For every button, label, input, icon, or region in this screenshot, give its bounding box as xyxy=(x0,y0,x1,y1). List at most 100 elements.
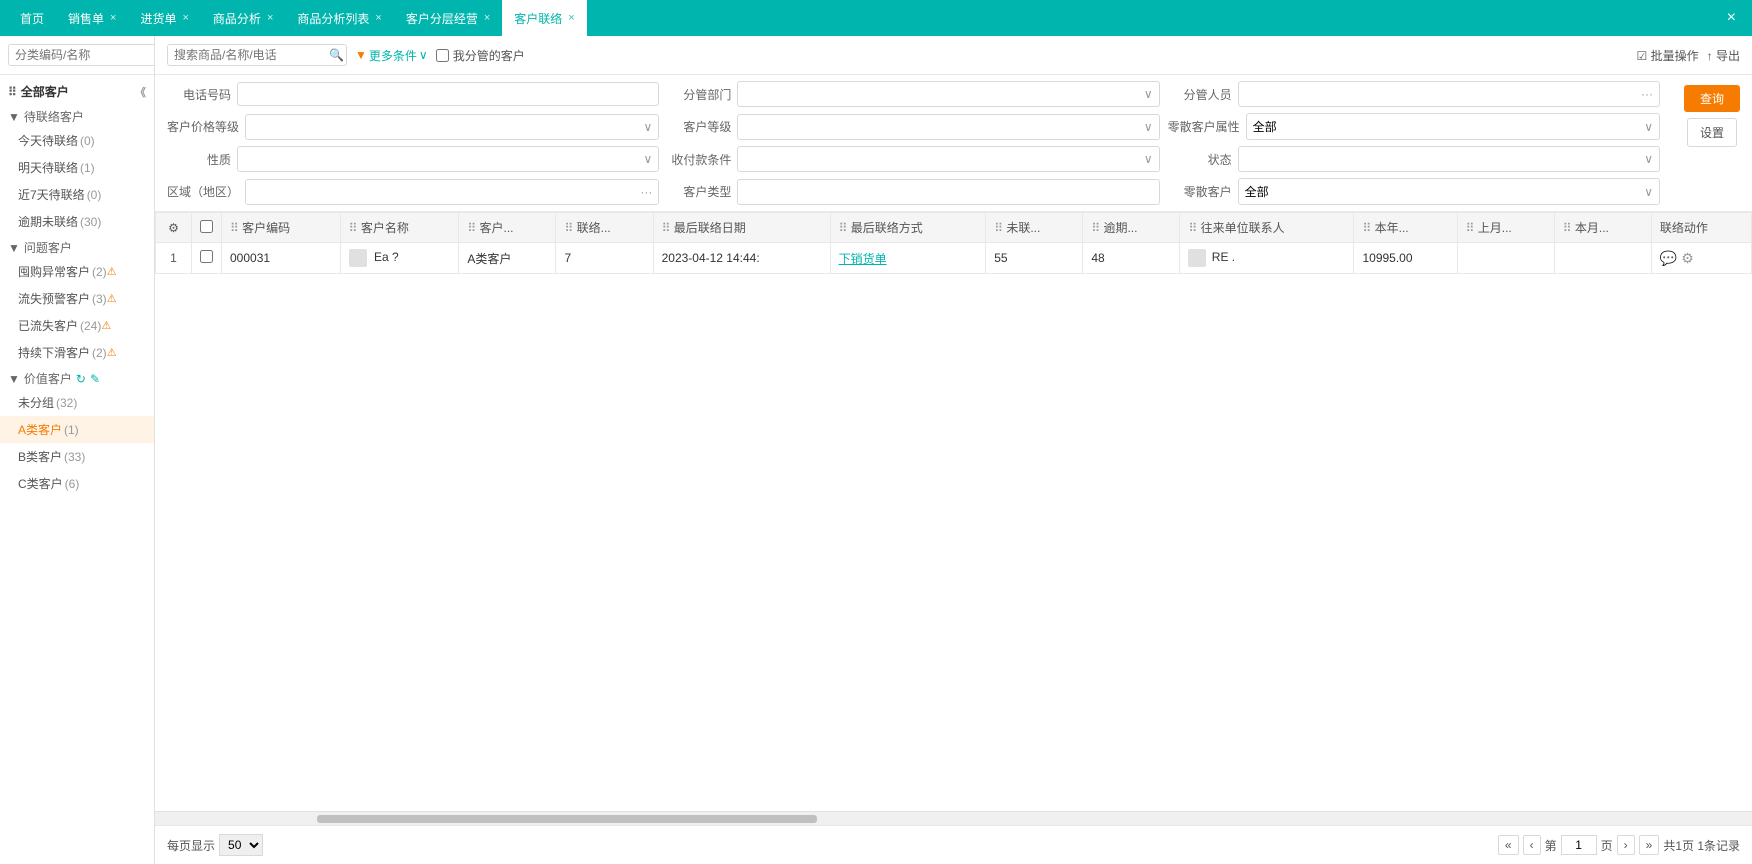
sidebar-item-class-a[interactable]: A类客户 (1) xyxy=(0,416,154,443)
sidebar-item-churn-warning[interactable]: 流失预警客户 (3) ⚠ xyxy=(0,285,154,312)
close-analysis-list-tab[interactable]: × xyxy=(375,12,381,24)
manager-input[interactable]: ··· xyxy=(1238,81,1660,107)
col-overdue[interactable]: ⠿ 逾期... xyxy=(1083,213,1180,243)
sidebar-item-tomorrow[interactable]: 明天待联络 (1) xyxy=(0,154,154,181)
col-icon5: ⠿ xyxy=(662,221,671,235)
search-icon[interactable]: 🔍 xyxy=(329,48,344,62)
filter-payment: 收付款条件 ∨ xyxy=(667,146,1159,172)
row-last-method: 下销货单 xyxy=(830,243,986,274)
close-customer-contact-tab[interactable]: × xyxy=(568,12,574,24)
first-page-button[interactable]: « xyxy=(1498,835,1519,855)
settings-button[interactable]: 设置 xyxy=(1687,118,1737,147)
col-last-month[interactable]: ⠿ 上月... xyxy=(1457,213,1554,243)
cust-level-select[interactable]: ∨ xyxy=(737,114,1159,140)
col-gear[interactable]: ⚙ xyxy=(156,213,192,243)
phone-input[interactable] xyxy=(237,82,659,106)
row-name: Ea ? xyxy=(340,243,459,274)
batch-op-button[interactable]: ☑ 批量操作 xyxy=(1637,47,1699,64)
region-input[interactable]: ··· xyxy=(245,179,659,205)
sidebar-item-class-b[interactable]: B类客户 (33) xyxy=(0,443,154,470)
arrow-icon3: ▼ xyxy=(8,372,20,386)
nature-select[interactable]: ∨ xyxy=(237,146,659,172)
message-action-icon[interactable]: 💬 xyxy=(1660,250,1677,267)
export-button[interactable]: ↑ 导出 xyxy=(1707,47,1740,64)
nav-analysis-list[interactable]: 商品分析列表 × xyxy=(285,0,393,36)
col-not-contacted[interactable]: ⠿ 未联... xyxy=(986,213,1083,243)
more-conditions-button[interactable]: ▼ 更多条件 ∨ xyxy=(355,47,428,64)
close-analysis-tab[interactable]: × xyxy=(267,12,273,24)
filter-top-bar: 🔍 ▼ 更多条件 ∨ 我分管的客户 ☑ 批量操作 xyxy=(155,36,1752,75)
sidebar: 🔍 ⠿ 全部客户 《 ▼ 待联络客户 今天待联络 (0) 明天待联络 (1) xyxy=(0,36,155,864)
chevron-payment: ∨ xyxy=(1144,152,1153,166)
nav-customer-contact[interactable]: 客户联络 × xyxy=(502,0,586,36)
col-last-method[interactable]: ⠿ 最后联络方式 xyxy=(830,213,986,243)
nav-purchase[interactable]: 进货单 × xyxy=(128,0,200,36)
retail-attr-select[interactable]: 全部 ∨ xyxy=(1246,113,1660,140)
col-contact[interactable]: ⠿ 联络... xyxy=(556,213,653,243)
per-page-select[interactable]: 50 xyxy=(219,834,263,856)
sidebar-search-input[interactable] xyxy=(8,44,155,66)
payment-select[interactable]: ∨ xyxy=(737,146,1159,172)
page-number-input[interactable] xyxy=(1561,835,1597,855)
query-button[interactable]: 查询 xyxy=(1684,85,1740,112)
nav-customer-segment[interactable]: 客户分层经营 × xyxy=(394,0,502,36)
pending-contact-group[interactable]: ▼ 待联络客户 xyxy=(0,104,154,127)
search-input[interactable] xyxy=(174,48,329,62)
retail-attr-label: 零散客户属性 xyxy=(1168,118,1246,135)
sidebar-item-hoarding[interactable]: 囤购异常客户 (2) ⚠ xyxy=(0,258,154,285)
col-type[interactable]: ⠿ 客户... xyxy=(459,213,556,243)
close-customer-segment-tab[interactable]: × xyxy=(484,12,490,24)
cust-type-input[interactable] xyxy=(737,179,1159,205)
select-all-checkbox[interactable] xyxy=(200,220,213,233)
chevron-cust-level: ∨ xyxy=(1144,120,1153,134)
nav-home[interactable]: 首页 xyxy=(8,0,56,36)
sidebar-item-overdue[interactable]: 逾期未联络 (30) xyxy=(0,208,154,235)
col-name[interactable]: ⠿ 客户名称 xyxy=(340,213,459,243)
sidebar-item-today[interactable]: 今天待联络 (0) xyxy=(0,127,154,154)
status-select[interactable]: ∨ xyxy=(1238,146,1660,172)
scroll-thumb[interactable] xyxy=(317,815,817,823)
last-method-link[interactable]: 下销货单 xyxy=(839,252,887,266)
filter-manager: 分管人员 ··· xyxy=(1168,81,1660,107)
dept-select[interactable]: ∨ xyxy=(737,81,1159,107)
nav-sales[interactable]: 销售单 × xyxy=(56,0,128,36)
col-last-date[interactable]: ⠿ 最后联络日期 xyxy=(653,213,830,243)
close-purchase-tab[interactable]: × xyxy=(182,12,188,24)
refresh-icon[interactable]: ↻ xyxy=(76,372,86,386)
filter-dept: 分管部门 ∨ xyxy=(667,81,1159,107)
my-customers-checkbox-label[interactable]: 我分管的客户 xyxy=(436,47,525,64)
sidebar-item-7days[interactable]: 近7天待联络 (0) xyxy=(0,181,154,208)
all-customers-header[interactable]: ⠿ 全部客户 《 xyxy=(0,75,154,104)
phone-label: 电话号码 xyxy=(167,86,237,103)
my-customers-checkbox[interactable] xyxy=(436,49,449,62)
close-window-button[interactable]: × xyxy=(1719,9,1744,27)
nav-analysis[interactable]: 商品分析 × xyxy=(201,0,285,36)
row-checkbox[interactable] xyxy=(200,250,213,263)
advanced-filter-area: 电话号码 分管部门 ∨ 分管人员 ··· xyxy=(155,75,1752,212)
filter-right: ☑ 批量操作 ↑ 导出 xyxy=(1637,47,1740,64)
col-contact-person[interactable]: ⠿ 往来单位联系人 xyxy=(1180,213,1354,243)
col-action: 联络动作 xyxy=(1651,213,1751,243)
price-level-select[interactable]: ∨ xyxy=(245,114,659,140)
retail-cust-select[interactable]: 全部 ∨ xyxy=(1238,178,1660,205)
problem-customers-group[interactable]: ▼ 问题客户 xyxy=(0,235,154,258)
last-page-button[interactable]: » xyxy=(1639,835,1660,855)
filter-nature: 性质 ∨ xyxy=(167,146,659,172)
value-customers-group[interactable]: ▼ 价值客户 ↻ ✎ xyxy=(0,366,154,389)
collapse-icon[interactable]: 《 xyxy=(135,84,146,100)
sidebar-item-class-c[interactable]: C类客户 (6) xyxy=(0,470,154,497)
edit-icon[interactable]: ✎ xyxy=(90,372,100,386)
sidebar-item-unclassified[interactable]: 未分组 (32) xyxy=(0,389,154,416)
sidebar-item-declining[interactable]: 持续下滑客户 (2) ⚠ xyxy=(0,339,154,366)
col-icon11: ⠿ xyxy=(1466,221,1475,235)
col-code[interactable]: ⠿ 客户编码 xyxy=(222,213,341,243)
prev-page-button[interactable]: ‹ xyxy=(1523,835,1541,855)
close-sales-tab[interactable]: × xyxy=(110,12,116,24)
sidebar-item-churned[interactable]: 已流失客户 (24) ⚠ xyxy=(0,312,154,339)
horizontal-scrollbar[interactable] xyxy=(155,811,1752,825)
col-this-month[interactable]: ⠿ 本月... xyxy=(1554,213,1651,243)
next-page-button[interactable]: › xyxy=(1617,835,1635,855)
all-customers-section: ⠿ 全部客户 《 xyxy=(0,75,154,104)
qr-action-icon[interactable]: ⚙ xyxy=(1681,250,1694,267)
col-this-year[interactable]: ⠿ 本年... xyxy=(1354,213,1457,243)
